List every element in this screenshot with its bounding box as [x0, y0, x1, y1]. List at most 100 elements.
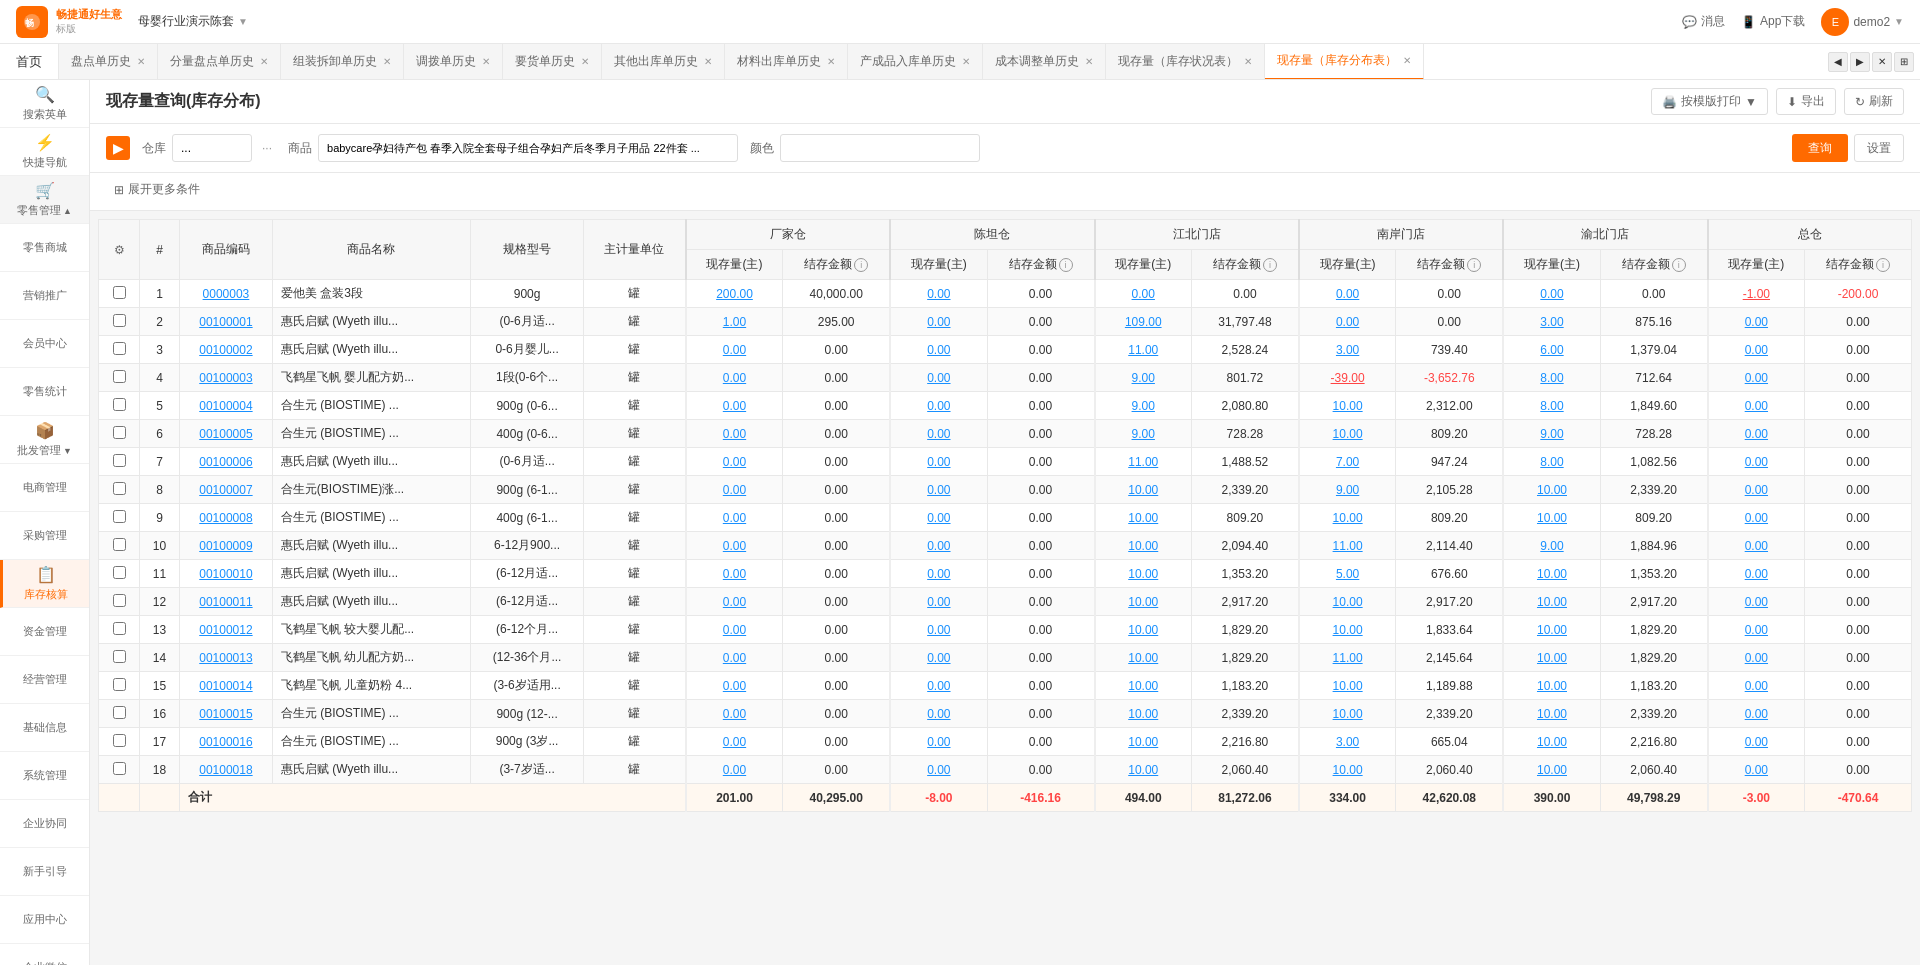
col-total-stock[interactable]: 0.00 — [1708, 308, 1805, 336]
col-nanan-stock[interactable]: 10.00 — [1299, 392, 1396, 420]
col-chentan-stock[interactable]: 0.00 — [890, 756, 987, 784]
col-checkbox[interactable] — [99, 756, 140, 784]
message-btn[interactable]: 💬 消息 — [1682, 13, 1725, 30]
col-nanan-stock[interactable]: 10.00 — [1299, 504, 1396, 532]
col-jiangbei-stock[interactable]: 10.00 — [1095, 504, 1192, 532]
col-factory-stock[interactable]: 0.00 — [686, 504, 783, 532]
col-chentan-stock[interactable]: 0.00 — [890, 448, 987, 476]
col-total-stock[interactable]: 0.00 — [1708, 476, 1805, 504]
col-nanan-stock[interactable]: 0.00 — [1299, 280, 1396, 308]
export-btn[interactable]: ⬇ 导出 — [1776, 88, 1836, 115]
col-total-stock[interactable]: 0.00 — [1708, 588, 1805, 616]
tab-next-btn[interactable]: ▶ — [1850, 52, 1870, 72]
col-factory-stock[interactable]: 200.00 — [686, 280, 783, 308]
col-jiangbei-stock[interactable]: 10.00 — [1095, 672, 1192, 700]
col-yubeimen-stock[interactable]: 10.00 — [1503, 644, 1600, 672]
user-menu[interactable]: E demo2 ▼ — [1821, 8, 1904, 36]
col-factory-stock[interactable]: 0.00 — [686, 336, 783, 364]
col-code[interactable]: 00100007 — [180, 476, 273, 504]
color-input[interactable] — [780, 134, 980, 162]
tab-zuzhuang[interactable]: 组装拆卸单历史✕ — [281, 44, 404, 80]
tab-prev-btn[interactable]: ◀ — [1828, 52, 1848, 72]
tab-close-all-btn[interactable]: ✕ — [1872, 52, 1892, 72]
tab-qitachuku[interactable]: 其他出库单历史✕ — [602, 44, 725, 80]
col-total-stock[interactable]: 0.00 — [1708, 420, 1805, 448]
col-checkbox[interactable] — [99, 700, 140, 728]
col-total-stock[interactable]: 0.00 — [1708, 728, 1805, 756]
col-checkbox[interactable] — [99, 420, 140, 448]
col-factory-stock[interactable]: 0.00 — [686, 532, 783, 560]
col-checkbox[interactable] — [99, 616, 140, 644]
col-jiangbei-stock[interactable]: 109.00 — [1095, 308, 1192, 336]
warehouse-input[interactable] — [172, 134, 252, 162]
col-jiangbei-stock[interactable]: 10.00 — [1095, 476, 1192, 504]
col-yubeimen-stock[interactable]: 10.00 — [1503, 588, 1600, 616]
tab-home[interactable]: 首页 — [0, 44, 59, 80]
col-jiangbei-stock[interactable]: 10.00 — [1095, 532, 1192, 560]
col-jiangbei-stock[interactable]: 10.00 — [1095, 588, 1192, 616]
col-total-stock[interactable]: 0.00 — [1708, 644, 1805, 672]
sidebar-item-retail-stats[interactable]: 零售统计 — [0, 368, 89, 416]
col-yubeimen-stock[interactable]: 10.00 — [1503, 476, 1600, 504]
col-chentan-stock[interactable]: 0.00 — [890, 560, 987, 588]
tab-yaohuo[interactable]: 要货单历史✕ — [503, 44, 602, 80]
col-checkbox[interactable] — [99, 336, 140, 364]
col-factory-stock[interactable]: 0.00 — [686, 420, 783, 448]
col-nanan-stock[interactable]: 9.00 — [1299, 476, 1396, 504]
col-code[interactable]: 00100004 — [180, 392, 273, 420]
search-button[interactable]: 查询 — [1792, 134, 1848, 162]
close-icon[interactable]: ✕ — [137, 56, 145, 67]
info-icon[interactable]: i — [1876, 258, 1890, 272]
col-yubeimen-stock[interactable]: 10.00 — [1503, 672, 1600, 700]
col-code[interactable]: 00100005 — [180, 420, 273, 448]
col-jiangbei-stock[interactable]: 10.00 — [1095, 728, 1192, 756]
col-nanan-stock[interactable]: 5.00 — [1299, 560, 1396, 588]
col-nanan-stock[interactable]: 11.00 — [1299, 644, 1396, 672]
tab-chanchenpin[interactable]: 产成品入库单历史✕ — [848, 44, 983, 80]
col-nanan-stock[interactable]: 10.00 — [1299, 420, 1396, 448]
col-yubeimen-stock[interactable]: 3.00 — [1503, 308, 1600, 336]
col-yubeimen-stock[interactable]: 10.00 — [1503, 700, 1600, 728]
sidebar-item-basic[interactable]: 基础信息 — [0, 704, 89, 752]
sidebar-item-management[interactable]: 经营管理 — [0, 656, 89, 704]
col-nanan-stock[interactable]: 0.00 — [1299, 308, 1396, 336]
col-total-stock[interactable]: 0.00 — [1708, 448, 1805, 476]
col-checkbox[interactable] — [99, 476, 140, 504]
col-code[interactable]: 00100016 — [180, 728, 273, 756]
col-jiangbei-stock[interactable]: 11.00 — [1095, 336, 1192, 364]
col-jiangbei-stock[interactable]: 9.00 — [1095, 364, 1192, 392]
col-yubeimen-stock[interactable]: 10.00 — [1503, 756, 1600, 784]
col-factory-stock[interactable]: 0.00 — [686, 756, 783, 784]
col-checkbox[interactable] — [99, 504, 140, 532]
sidebar-item-search[interactable]: 🔍 搜索英单 — [0, 80, 89, 128]
col-code[interactable]: 00100001 — [180, 308, 273, 336]
sidebar-item-appcenter[interactable]: 应用中心 — [0, 896, 89, 944]
col-code[interactable]: 00100013 — [180, 644, 273, 672]
sidebar-item-quicknav[interactable]: ⚡ 快捷导航 — [0, 128, 89, 176]
col-total-stock[interactable]: 0.00 — [1708, 392, 1805, 420]
tab-diaobo[interactable]: 调拨单历史✕ — [404, 44, 503, 80]
col-yubeimen-stock[interactable]: 10.00 — [1503, 616, 1600, 644]
col-code[interactable]: 00100011 — [180, 588, 273, 616]
col-nanan-stock[interactable]: 10.00 — [1299, 700, 1396, 728]
close-icon[interactable]: ✕ — [1244, 56, 1252, 67]
sidebar-item-marketing[interactable]: 营销推广 — [0, 272, 89, 320]
app-download-btn[interactable]: 📱 App下载 — [1741, 13, 1805, 30]
col-code[interactable]: 00100012 — [180, 616, 273, 644]
col-chentan-stock[interactable]: 0.00 — [890, 420, 987, 448]
col-checkbox[interactable] — [99, 644, 140, 672]
print-btn[interactable]: 🖨️ 按模版打印 ▼ — [1651, 88, 1768, 115]
col-code[interactable]: 00100003 — [180, 364, 273, 392]
col-chentan-stock[interactable]: 0.00 — [890, 532, 987, 560]
col-jiangbei-stock[interactable]: 10.00 — [1095, 700, 1192, 728]
sidebar-item-inventory[interactable]: 📋 库存核算 — [0, 560, 89, 608]
col-checkbox[interactable] — [99, 672, 140, 700]
sidebar-item-purchase[interactable]: 采购管理 — [0, 512, 89, 560]
col-yubeimen-stock[interactable]: 6.00 — [1503, 336, 1600, 364]
col-code[interactable]: 00100006 — [180, 448, 273, 476]
col-chentan-stock[interactable]: 0.00 — [890, 672, 987, 700]
sidebar-item-wholesale[interactable]: 📦 批发管理 ▼ — [0, 416, 89, 464]
settings-button[interactable]: 设置 — [1854, 134, 1904, 162]
sidebar-item-system[interactable]: 系统管理 — [0, 752, 89, 800]
info-icon[interactable]: i — [1059, 258, 1073, 272]
